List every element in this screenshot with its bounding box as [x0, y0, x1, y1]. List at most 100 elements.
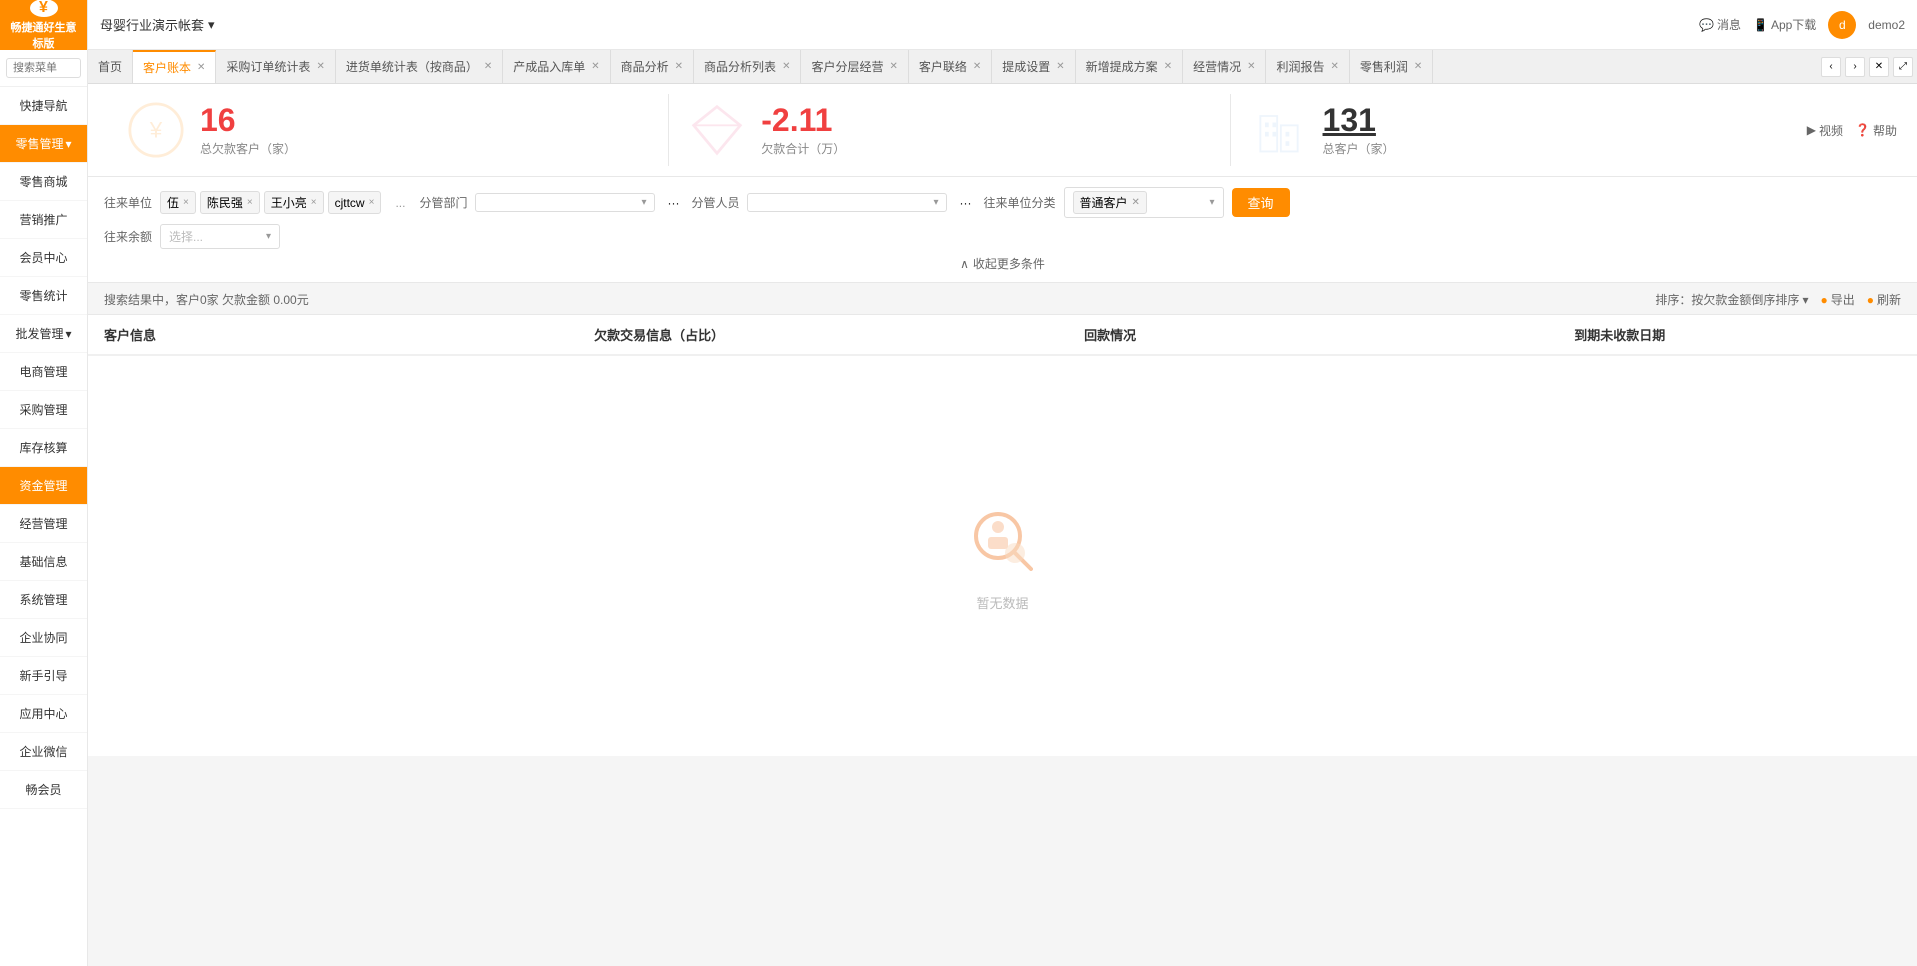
topbar: 母婴行业演示帐套 ▾ 💬 消息 📱 App下载 d demo2 — [88, 0, 1917, 50]
remove-tag-icon[interactable]: × — [183, 197, 189, 208]
tab-prev-button[interactable]: ‹ — [1821, 57, 1841, 77]
sidebar-item-零售管理[interactable]: 零售管理▾ — [0, 125, 87, 163]
sidebar-item-企业微信[interactable]: 企业微信 — [0, 733, 87, 771]
stat-icon-1 — [689, 102, 745, 158]
tab-close-icon[interactable]: ✕ — [316, 61, 324, 72]
dept-label: 分管部门 — [419, 194, 467, 211]
sidebar-item-基础信息[interactable]: 基础信息 — [0, 543, 87, 581]
table-body: 暂无数据 — [88, 356, 1917, 756]
balance-select[interactable]: 选择... ▾ — [160, 224, 280, 249]
sidebar-item-采购管理[interactable]: 采购管理 — [0, 391, 87, 429]
tab-next-button[interactable]: › — [1845, 57, 1865, 77]
sidebar-item-零售统计[interactable]: 零售统计 — [0, 277, 87, 315]
tab-零售利润[interactable]: 零售利润✕ — [1350, 50, 1433, 83]
remove-tag-icon[interactable]: × — [311, 197, 317, 208]
app-logo: ¥ 畅捷通好生意 标版 — [0, 0, 87, 50]
video-label: 视频 — [1819, 122, 1843, 139]
tab-close-icon[interactable]: ✕ — [1414, 61, 1422, 72]
person-select[interactable]: ▾ — [747, 193, 947, 212]
messages-button[interactable]: 💬 消息 — [1699, 16, 1741, 33]
tab-label: 进货单统计表（按商品） — [346, 58, 478, 75]
tab-close-icon[interactable]: ✕ — [782, 61, 790, 72]
sidebar-item-快捷导航[interactable]: 快捷导航 — [0, 87, 87, 125]
tab-expand-button[interactable]: ⤢ — [1893, 57, 1913, 77]
avatar[interactable]: d — [1828, 11, 1856, 39]
tab-采购订单统计表[interactable]: 采购订单统计表✕ — [216, 50, 335, 83]
sidebar-item-资金管理[interactable]: 资金管理 — [0, 467, 87, 505]
tab-客户分层经营[interactable]: 客户分层经营 ✕ — [801, 50, 908, 83]
tab-close-all-button[interactable]: ✕ — [1869, 57, 1889, 77]
stats-actions: ▶ 视频 ❓ 帮助 — [1791, 122, 1897, 139]
tab-产成品入库单[interactable]: 产成品入库单✕ — [503, 50, 610, 83]
sidebar-item-经营管理[interactable]: 经营管理 — [0, 505, 87, 543]
tab-label: 客户分层经营 — [811, 58, 883, 75]
tab-label: 利润报告 — [1276, 58, 1324, 75]
sidebar-item-库存核算[interactable]: 库存核算 — [0, 429, 87, 467]
tab-客户联络[interactable]: 客户联络✕ — [909, 50, 992, 83]
tab-经营情况[interactable]: 经营情况✕ — [1183, 50, 1266, 83]
tab-商品分析列表[interactable]: 商品分析列表✕ — [694, 50, 801, 83]
sidebar-item-营销推广[interactable]: 营销推广 — [0, 201, 87, 239]
category-tag-value: 普通客户 — [1080, 194, 1128, 211]
tab-label: 新增提成方案 — [1086, 58, 1158, 75]
tab-close-icon[interactable]: ✕ — [889, 61, 897, 72]
dept-more-button[interactable]: ··· — [663, 196, 683, 210]
stat-value-2[interactable]: 131 — [1323, 104, 1771, 136]
empty-text: 暂无数据 — [976, 593, 1028, 612]
tab-进货单统计表（按商品）[interactable]: 进货单统计表（按商品） ✕ — [336, 50, 503, 83]
tab-close-icon[interactable]: ✕ — [675, 61, 683, 72]
tab-客户账本[interactable]: 客户账本✕ — [133, 50, 216, 83]
col-header-debt: 欠款交易信息（占比） — [594, 325, 1084, 344]
person-more-button[interactable]: ··· — [955, 196, 975, 210]
sidebar-item-会员中心[interactable]: 会员中心 — [0, 239, 87, 277]
filter-tag-label: 伍 — [167, 194, 179, 211]
refresh-button[interactable]: ● 刷新 — [1867, 291, 1901, 308]
tab-close-icon[interactable]: ✕ — [973, 61, 981, 72]
tab-首页[interactable]: 首页 — [88, 50, 133, 83]
tab-利润报告[interactable]: 利润报告 ✕ — [1266, 50, 1349, 83]
export-button[interactable]: ● 导出 — [1820, 291, 1854, 308]
dept-select[interactable]: ▾ — [475, 193, 655, 212]
sidebar-item-畅会员[interactable]: 畅会员 — [0, 771, 87, 809]
query-button[interactable]: 查询 — [1232, 188, 1290, 217]
phone-icon: 📱 — [1753, 18, 1768, 32]
collapse-label: 收起更多条件 — [973, 255, 1045, 272]
stat-label-1: 欠款合计（万） — [761, 140, 1209, 157]
tab-close-icon[interactable]: ✕ — [484, 61, 492, 72]
remove-tag-icon[interactable]: × — [369, 197, 375, 208]
sidebar-item-企业协同[interactable]: 企业协同 — [0, 619, 87, 657]
page-content: ¥16总欠款客户（家）-2.11欠款合计（万）131总客户（家） ▶ 视频 ❓ … — [88, 84, 1917, 966]
category-tag-remove[interactable]: ✕ — [1132, 197, 1140, 208]
tab-提成设置[interactable]: 提成设置✕ — [992, 50, 1075, 83]
category-select[interactable]: 普通客户 ✕ ▾ — [1064, 187, 1224, 218]
sidebar-item-应用中心[interactable]: 应用中心 — [0, 695, 87, 733]
video-link[interactable]: ▶ 视频 — [1807, 122, 1843, 139]
filter-tag-0: 伍× — [160, 191, 196, 214]
sidebar-item-电商管理[interactable]: 电商管理 — [0, 353, 87, 391]
sidebar-item-零售商城[interactable]: 零售商城 — [0, 163, 87, 201]
results-bar: 搜索结果中，客户0家 欠款金额 0.00元 排序：按欠款金额倒序排序 ▾ ● 导… — [88, 285, 1917, 315]
tab-close-icon[interactable]: ✕ — [1247, 61, 1255, 72]
balance-label: 往来余额 — [104, 228, 152, 245]
table-header: 客户信息 欠款交易信息（占比） 回款情况 到期未收款日期 — [88, 315, 1917, 356]
collapse-button[interactable]: ∧ 收起更多条件 — [960, 255, 1045, 272]
search-input[interactable] — [6, 58, 81, 78]
sidebar-item-批发管理[interactable]: 批发管理▾ — [0, 315, 87, 353]
tab-close-icon[interactable]: ✕ — [1331, 61, 1339, 72]
sort-dropdown[interactable]: 排序：按欠款金额倒序排序 ▾ — [1655, 291, 1808, 308]
tab-商品分析[interactable]: 商品分析✕ — [611, 50, 694, 83]
sidebar-item-系统管理[interactable]: 系统管理 — [0, 581, 87, 619]
company-selector[interactable]: 母婴行业演示帐套 ▾ — [100, 15, 215, 34]
tab-close-icon[interactable]: ✕ — [197, 62, 205, 73]
more-tags-button[interactable]: ... — [389, 194, 411, 212]
help-link[interactable]: ❓ 帮助 — [1855, 122, 1897, 139]
tab-close-icon[interactable]: ✕ — [1056, 61, 1064, 72]
col-header-customer: 客户信息 — [104, 325, 594, 344]
sidebar-item-新手引导[interactable]: 新手引导 — [0, 657, 87, 695]
main-area: 母婴行业演示帐套 ▾ 💬 消息 📱 App下载 d demo2 首页客户账本✕采… — [88, 0, 1917, 966]
remove-tag-icon[interactable]: × — [247, 197, 253, 208]
tab-close-icon[interactable]: ✕ — [1164, 61, 1172, 72]
tab-close-icon[interactable]: ✕ — [591, 61, 599, 72]
app-download-button[interactable]: 📱 App下载 — [1753, 16, 1816, 33]
tab-新增提成方案[interactable]: 新增提成方案 ✕ — [1076, 50, 1183, 83]
